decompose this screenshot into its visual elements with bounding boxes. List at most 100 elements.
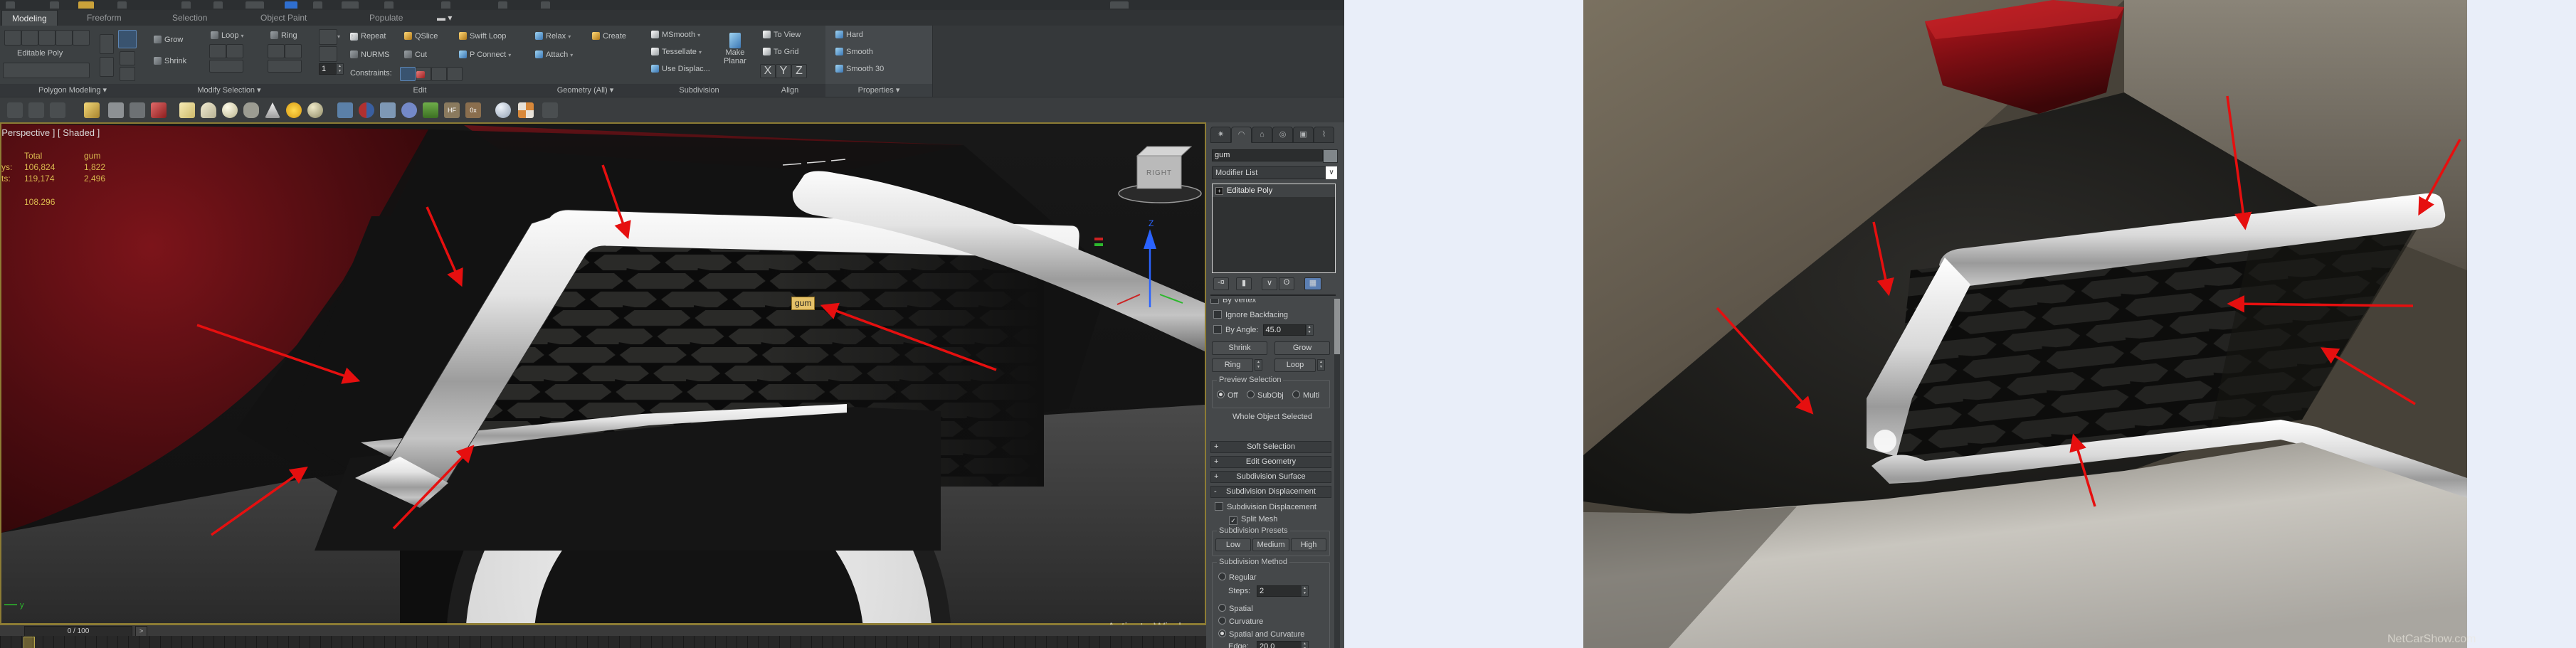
method-spatial-curvature-radio[interactable]: Spatial and Curvature (1218, 630, 1304, 639)
preset-medium-button[interactable]: Medium (1252, 538, 1289, 551)
smooth-button[interactable]: Smooth (835, 48, 873, 56)
preview-off-radio[interactable]: Off (1217, 391, 1237, 400)
next-frame-button[interactable]: > (135, 626, 147, 637)
track-bar[interactable] (0, 636, 1206, 648)
loop-grow-icon[interactable] (209, 44, 226, 58)
panel-scrollbar-thumb[interactable] (1334, 299, 1340, 354)
constrain-normal-icon[interactable] (447, 67, 463, 81)
section-label[interactable]: Edit (313, 84, 527, 97)
stack-up-icon[interactable] (100, 34, 114, 54)
ring-button[interactable]: Ring (270, 31, 297, 40)
particle-grid-icon[interactable] (337, 102, 353, 118)
grow-button[interactable]: Grow (1274, 341, 1330, 355)
relax-button[interactable]: Relax ▾ (535, 32, 571, 41)
steps-field[interactable]: 2 (1257, 585, 1302, 597)
edit-spinner-field[interactable]: 1 (319, 63, 337, 75)
camera-alt-icon[interactable] (130, 102, 145, 118)
video-camera-icon[interactable] (151, 102, 167, 118)
preserve-uvs-dropdown[interactable]: ▾ (337, 32, 340, 41)
pin-stack-icon[interactable]: -¤ (1213, 277, 1229, 290)
select-icon[interactable] (6, 1, 15, 9)
by-angle-spinner[interactable]: ▲ ▼ (1305, 324, 1314, 336)
p-connect-button[interactable]: P Connect ▾ (459, 51, 511, 59)
loop-tools-icon[interactable] (209, 60, 243, 73)
method-regular-radio[interactable]: Regular (1218, 573, 1257, 582)
align-y-button[interactable]: Y (776, 64, 791, 78)
dumbbell-icon[interactable] (359, 102, 374, 118)
stack-item-editable-poly[interactable]: + Editable Poly (1213, 184, 1335, 197)
teapot-icon[interactable] (243, 102, 259, 118)
rollout-edit-geometry[interactable]: + Edit Geometry (1210, 456, 1331, 468)
cut-button[interactable]: Cut (404, 51, 427, 59)
remove-modifier-icon[interactable]: ʘ (1279, 277, 1294, 290)
by-angle-checkbox[interactable]: By Angle: 45.0 ▲ ▼ (1213, 324, 1314, 336)
tab-display-icon[interactable]: ▣ (1293, 127, 1314, 143)
sun-icon[interactable] (286, 102, 302, 118)
next-modifier-icon[interactable] (120, 67, 135, 81)
qslice-button[interactable]: QSlice (404, 32, 438, 41)
loop-button[interactable]: Loop ▾ (211, 31, 244, 40)
edge-mode-icon[interactable] (21, 30, 38, 46)
to-grid-button[interactable]: To Grid (763, 48, 798, 56)
msmooth-button[interactable]: MSmooth ▾ (651, 31, 700, 39)
make-planar-button[interactable]: Make Planar (724, 33, 746, 65)
rect-light-icon[interactable] (179, 102, 195, 118)
ellipse-light-icon[interactable] (307, 102, 323, 118)
section-label[interactable]: Subdivision (644, 84, 754, 97)
scale-icon[interactable] (342, 1, 359, 9)
by-vertex-row[interactable]: By Vertex (1210, 299, 1330, 306)
ignore-backfacing-checkbox[interactable]: Ignore Backfacing (1213, 310, 1288, 319)
ring-button[interactable]: Ring (1212, 358, 1253, 372)
constrain-face-icon[interactable] (431, 67, 447, 81)
steps-spinner[interactable]: ▲ ▼ (1301, 585, 1309, 597)
viewport-label[interactable]: [ Perspective ] [ Shaded ] (1, 127, 158, 138)
tab-utilities-icon[interactable]: ⌇ (1314, 127, 1334, 143)
tab-freeform[interactable]: Freeform (77, 10, 132, 26)
link-icon[interactable] (78, 1, 94, 9)
element-mode-icon[interactable] (73, 30, 90, 46)
use-displacement-button[interactable]: Use Displac... (651, 65, 710, 73)
scene-explorer-icon[interactable] (7, 102, 23, 118)
select-region-icon[interactable] (213, 1, 223, 9)
subdivision-displacement-checkbox[interactable]: Subdivision Displacement (1215, 502, 1316, 511)
modifier-list-dropdown[interactable]: Modifier List (1212, 166, 1329, 179)
select-object-icon[interactable] (181, 1, 191, 9)
polygon-mode-icon[interactable] (56, 30, 73, 46)
move-icon[interactable] (285, 1, 297, 9)
section-label[interactable]: Modify Selection ▾ (145, 84, 313, 97)
section-label[interactable]: Properties ▾ (825, 84, 932, 97)
loop-spinner[interactable]: ▲ ▼ (1317, 359, 1325, 371)
rollout-subdivision-surface[interactable]: + Subdivision Surface (1210, 471, 1331, 483)
tab-create-icon[interactable]: ✷ (1210, 127, 1231, 143)
shrink-button[interactable]: Shrink (1212, 341, 1267, 355)
mirror-icon[interactable] (441, 1, 450, 9)
preview-subobj-radio[interactable]: SubObj (1247, 391, 1284, 400)
large-sphere-icon[interactable] (495, 102, 511, 118)
pyramid-graph-icon[interactable] (380, 102, 396, 118)
tab-object-paint[interactable]: Object Paint (250, 10, 317, 26)
object-color-swatch[interactable] (1323, 149, 1338, 163)
loop-shrink-icon[interactable] (226, 44, 243, 58)
section-label[interactable]: Align (754, 84, 825, 97)
tab-modify-icon[interactable]: ◠ (1231, 127, 1252, 143)
window-crossing-icon[interactable] (246, 1, 264, 9)
ring-spinner[interactable]: ▲ ▼ (1255, 359, 1262, 371)
ribbon-minimize-icon[interactable]: ▬ ▾ (427, 10, 462, 26)
array-icon[interactable] (542, 102, 558, 118)
hf-icon[interactable]: HF (444, 102, 460, 118)
constrain-edge-icon[interactable] (416, 67, 431, 81)
nurms-button[interactable]: NURMS (350, 51, 389, 59)
layer-icon[interactable] (498, 1, 507, 9)
camera-icon[interactable] (108, 102, 124, 118)
bind-icon[interactable] (117, 1, 127, 9)
repeat-button[interactable]: ↻ Repeat (350, 32, 386, 42)
sphere-light-icon[interactable] (222, 102, 238, 118)
tweak-icon[interactable] (319, 46, 337, 62)
edge-spinner[interactable]: ▲▼ (1301, 641, 1309, 648)
viewport[interactable]: Z RIGHT y (0, 122, 1206, 648)
rollout-soft-selection[interactable]: + Soft Selection (1210, 441, 1331, 453)
ring-shrink-icon[interactable] (285, 44, 302, 58)
preset-low-button[interactable]: Low (1215, 538, 1251, 551)
create-button[interactable]: Create (592, 32, 626, 41)
edit-spinner[interactable]: ▲ ▼ (336, 63, 344, 75)
